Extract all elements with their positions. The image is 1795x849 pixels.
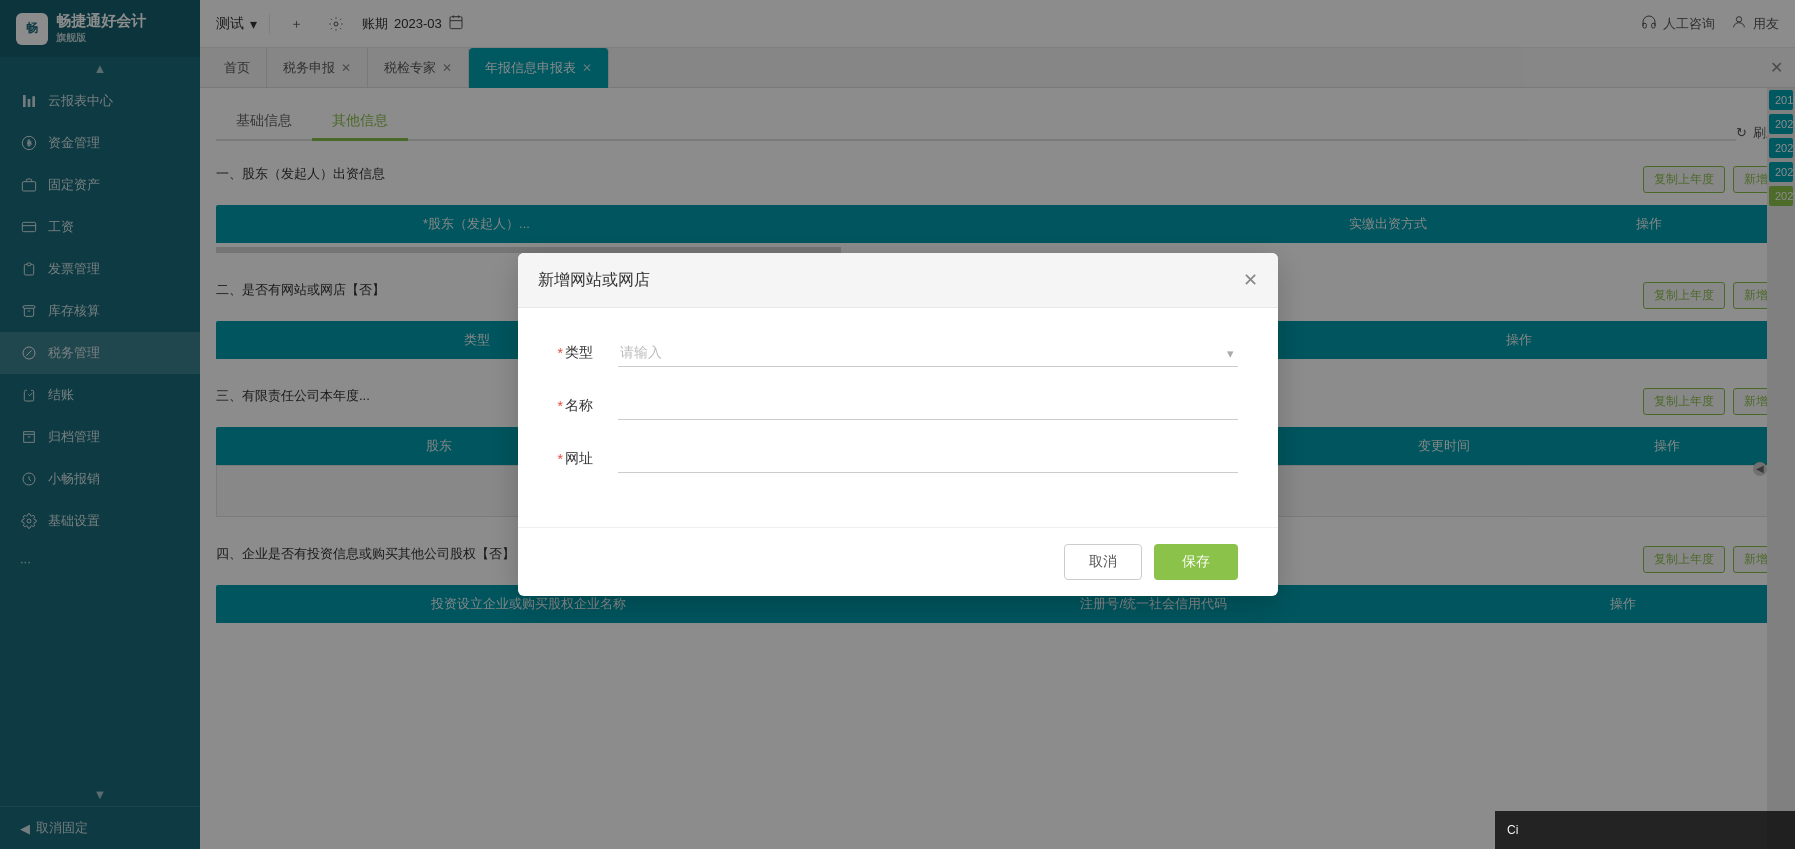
dialog-close-btn[interactable]: ✕ bbox=[1243, 269, 1258, 291]
bottom-bar: Ci bbox=[1495, 811, 1795, 849]
name-label: * 名称 bbox=[558, 397, 618, 415]
url-input[interactable] bbox=[618, 444, 1238, 473]
save-button[interactable]: 保存 bbox=[1154, 544, 1238, 580]
url-input-wrap bbox=[618, 444, 1238, 473]
form-row-type: * 类型 ▾ bbox=[558, 338, 1238, 367]
bottom-bar-text: Ci bbox=[1507, 823, 1518, 837]
dialog-title: 新增网站或网店 bbox=[538, 270, 650, 291]
cancel-button[interactable]: 取消 bbox=[1064, 544, 1142, 580]
form-row-url: * 网址 bbox=[558, 444, 1238, 473]
modal-overlay: 新增网站或网店 ✕ * 类型 ▾ * 名称 bbox=[0, 0, 1795, 849]
add-website-dialog: 新增网站或网店 ✕ * 类型 ▾ * 名称 bbox=[518, 253, 1278, 596]
dialog-body: * 类型 ▾ * 名称 bbox=[518, 308, 1278, 527]
name-input[interactable] bbox=[618, 391, 1238, 420]
type-label: * 类型 bbox=[558, 344, 618, 362]
type-input-wrap: ▾ bbox=[618, 338, 1238, 367]
dialog-header: 新增网站或网店 ✕ bbox=[518, 253, 1278, 308]
name-input-wrap bbox=[618, 391, 1238, 420]
form-row-name: * 名称 bbox=[558, 391, 1238, 420]
type-dropdown-arrow[interactable]: ▾ bbox=[1227, 345, 1234, 360]
url-label: * 网址 bbox=[558, 450, 618, 468]
type-input[interactable] bbox=[618, 338, 1238, 367]
dialog-footer: 取消 保存 bbox=[518, 527, 1278, 596]
